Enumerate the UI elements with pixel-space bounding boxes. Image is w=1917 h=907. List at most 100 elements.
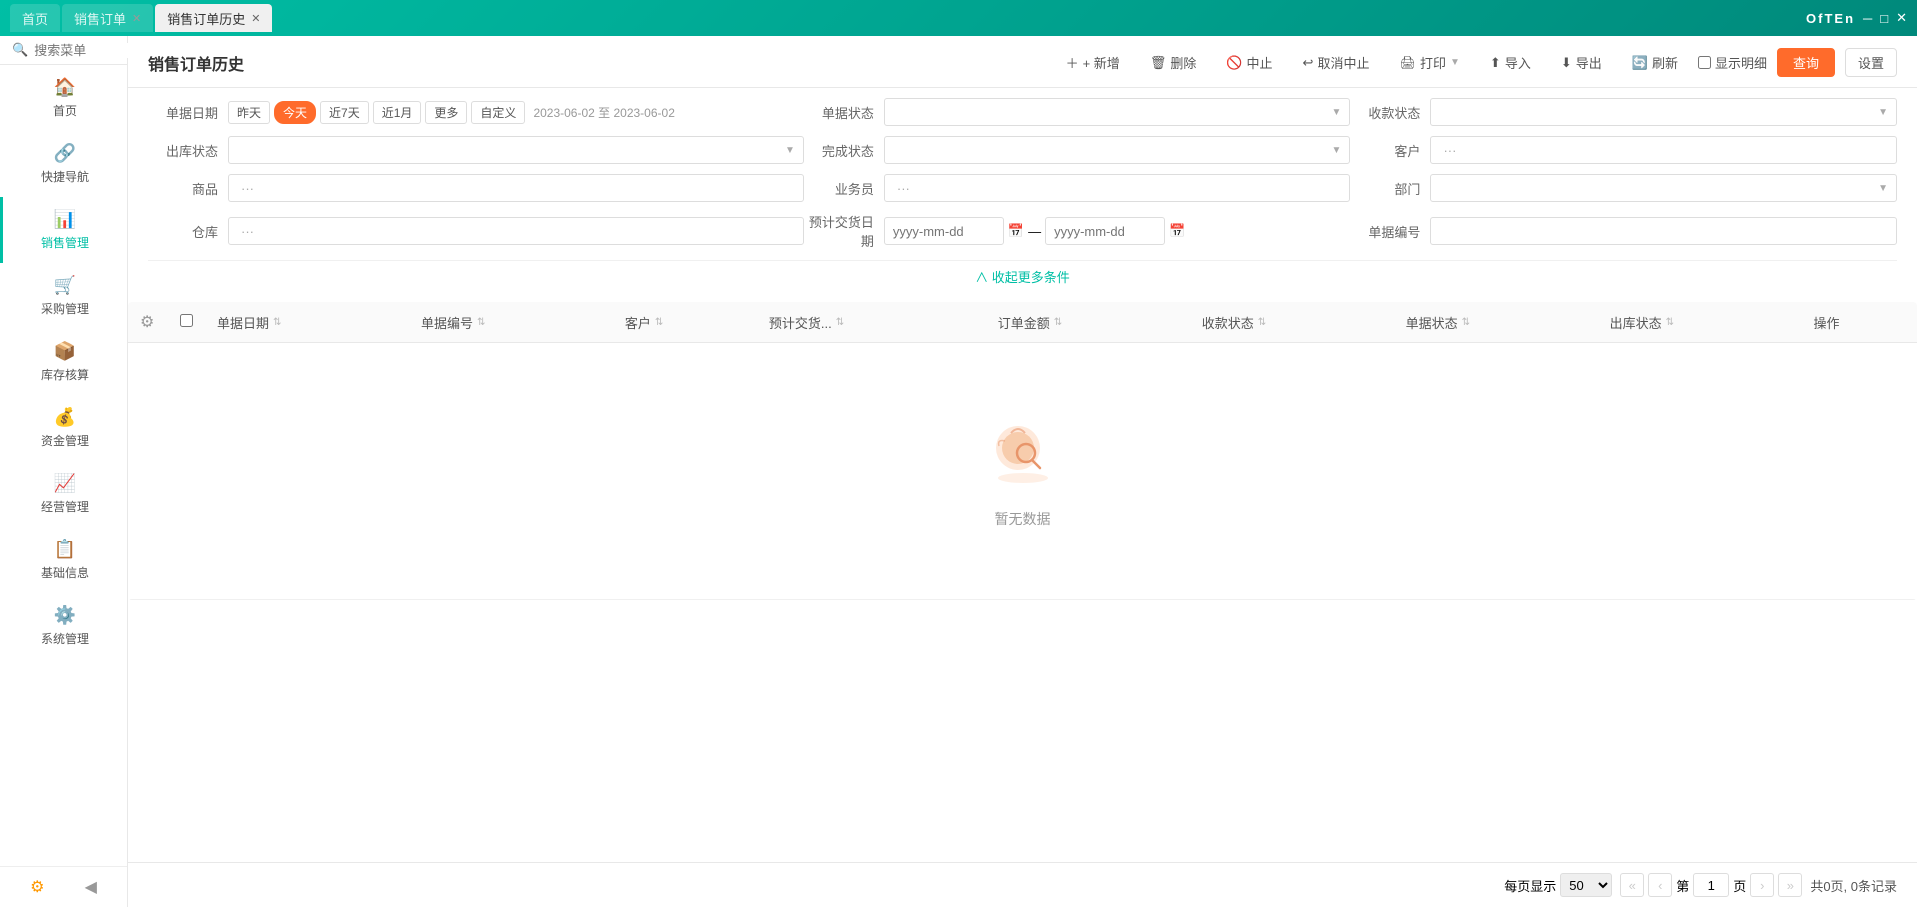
- refresh-label: 刷新: [1652, 53, 1678, 72]
- sidebar-item-inventory[interactable]: 📦 库存核算: [0, 329, 127, 395]
- sort-order-status[interactable]: 单据状态 ⇅: [1406, 313, 1586, 332]
- stop-button[interactable]: 🚫 中止: [1216, 49, 1282, 76]
- date-btn-more[interactable]: 更多: [425, 101, 467, 124]
- filter-date-col: 单据日期 昨天 今天 近7天 近1月 更多 自定义 2023-06-02 至 2…: [148, 101, 804, 124]
- cancel-stop-icon: ↩: [1303, 55, 1314, 71]
- sort-warehouse-status[interactable]: 出库状态 ⇅: [1610, 313, 1790, 332]
- th-amount: 订单金额 ⇅: [986, 302, 1190, 343]
- payment-status-select[interactable]: ▼: [1430, 98, 1897, 126]
- sidebar-collapse-icon[interactable]: ◀: [85, 877, 97, 897]
- calendar-end-icon[interactable]: 📅: [1169, 223, 1185, 239]
- sidebar-item-sales[interactable]: 📊 销售管理: [0, 197, 127, 263]
- sidebar-item-finance[interactable]: 💰 资金管理: [0, 395, 127, 461]
- salesman-ellipsis[interactable]: ···: [893, 181, 914, 196]
- filter-area: 单据日期 昨天 今天 近7天 近1月 更多 自定义 2023-06-02 至 2…: [128, 88, 1917, 302]
- display-detail-input[interactable]: [1698, 56, 1711, 69]
- new-button[interactable]: ＋ + 新增: [1056, 49, 1130, 76]
- content-area: 销售订单历史 ＋ + 新增 🗑 删除 🚫 中止: [128, 36, 1917, 907]
- sidebar-item-operations[interactable]: 📈 经营管理: [0, 461, 127, 527]
- th-order-status: 单据状态 ⇅: [1394, 302, 1598, 343]
- delete-button[interactable]: 🗑 删除: [1140, 49, 1207, 76]
- tab-sales-order-history-close[interactable]: ✕: [251, 12, 260, 25]
- maximize-btn[interactable]: □: [1880, 11, 1888, 26]
- cancel-stop-button[interactable]: ↩ 取消中止: [1293, 49, 1380, 76]
- settings-button[interactable]: 设置: [1845, 48, 1897, 77]
- completion-status-select[interactable]: ▼: [884, 136, 1351, 164]
- export-button[interactable]: ⬇ 导出: [1551, 49, 1612, 76]
- tab-home[interactable]: 首页: [10, 4, 60, 32]
- print-button[interactable]: 🖨 打印 ▼: [1389, 49, 1469, 76]
- search-menu-input[interactable]: [34, 43, 134, 58]
- sidebar-item-system[interactable]: ⚙️ 系统管理: [0, 593, 127, 659]
- th-actions: 操作: [1802, 302, 1917, 343]
- warehouse-status-label: 出库状态: [148, 141, 228, 160]
- last-page-btn[interactable]: »: [1778, 873, 1802, 897]
- sort-customer-icon: ⇅: [655, 317, 663, 328]
- order-number-label: 单据编号: [1350, 222, 1430, 241]
- order-number-input[interactable]: [1430, 217, 1897, 245]
- delivery-date-end[interactable]: [1045, 217, 1165, 245]
- table-checkbox-header: [168, 302, 205, 343]
- filter-row-2: 出库状态 ▼ 完成状态 ▼ 客户: [148, 136, 1897, 164]
- filter-row-3: 商品 ··· 业务员 ··· 部门: [148, 174, 1897, 202]
- prev-page-btn[interactable]: ‹: [1648, 873, 1672, 897]
- first-page-btn[interactable]: «: [1620, 873, 1644, 897]
- date-btn-1month[interactable]: 近1月: [373, 101, 422, 124]
- page-size-dropdown[interactable]: 50 10 20 100: [1560, 873, 1612, 897]
- order-status-select[interactable]: ▼: [884, 98, 1351, 126]
- calendar-start-icon[interactable]: 📅: [1008, 223, 1024, 239]
- date-range-display: 2023-06-02 至 2023-06-02: [533, 104, 674, 121]
- th-payment-status: 收款状态 ⇅: [1190, 302, 1394, 343]
- close-window-btn[interactable]: ✕: [1896, 10, 1907, 26]
- sort-payment-status-icon: ⇅: [1258, 317, 1266, 328]
- sort-number[interactable]: 单据编号 ⇅: [421, 313, 601, 332]
- date-btn-7days[interactable]: 近7天: [320, 101, 369, 124]
- th-customer: 客户 ⇅: [613, 302, 757, 343]
- display-detail-checkbox[interactable]: 显示明细: [1698, 53, 1767, 72]
- sort-customer[interactable]: 客户 ⇅: [625, 313, 745, 332]
- tab-sales-order-history-label: 销售订单历史: [167, 9, 245, 28]
- date-btn-today[interactable]: 今天: [274, 101, 316, 124]
- import-button[interactable]: ⬆ 导入: [1480, 49, 1541, 76]
- date-btn-yesterday[interactable]: 昨天: [228, 101, 270, 124]
- pagination-bar: 每页显示 50 10 20 100 « ‹ 第 页 › » 共0页, 0条记录: [128, 862, 1917, 907]
- page-header-top: 销售订单历史 ＋ + 新增 🗑 删除 🚫 中止: [148, 48, 1897, 77]
- customer-ellipsis[interactable]: ···: [1439, 143, 1460, 158]
- sidebar-item-purchase[interactable]: 🛒 采购管理: [0, 263, 127, 329]
- table-header-row: ⚙ 单据日期 ⇅ 单据编号: [128, 302, 1917, 343]
- refresh-button[interactable]: 🔄 刷新: [1622, 49, 1688, 76]
- filter-completion-status-col: 完成状态 ▼: [804, 136, 1351, 164]
- warehouse-ellipsis[interactable]: ···: [237, 224, 258, 239]
- select-all-checkbox[interactable]: [180, 314, 193, 327]
- product-ellipsis[interactable]: ···: [237, 181, 258, 196]
- completion-status-arrow: ▼: [1332, 145, 1342, 156]
- cancel-stop-label: 取消中止: [1317, 53, 1369, 72]
- empty-text: 暂无数据: [995, 509, 1051, 529]
- page-number-input[interactable]: [1693, 873, 1729, 897]
- empty-cell: 暂无数据: [128, 343, 1917, 600]
- minimize-btn[interactable]: ─: [1863, 11, 1872, 26]
- sidebar-item-home[interactable]: 🏠 首页: [0, 65, 127, 131]
- sort-amount[interactable]: 订单金额 ⇅: [998, 313, 1178, 332]
- sidebar-item-quick-nav[interactable]: 🔗 快捷导航: [0, 131, 127, 197]
- tab-sales-order-close[interactable]: ✕: [132, 12, 141, 25]
- tab-sales-order-history[interactable]: 销售订单历史 ✕: [155, 4, 272, 32]
- collapse-bar[interactable]: ∧ 收起更多条件: [148, 260, 1897, 292]
- sidebar-item-basics[interactable]: 📋 基础信息: [0, 527, 127, 593]
- date-label: 单据日期: [148, 103, 228, 122]
- sort-delivery[interactable]: 预计交货... ⇅: [769, 313, 974, 332]
- warehouse-status-select[interactable]: ▼: [228, 136, 804, 164]
- sidebar-settings-icon[interactable]: ⚙: [30, 877, 44, 897]
- new-label: + 新增: [1083, 53, 1120, 72]
- sort-date[interactable]: 单据日期 ⇅: [217, 313, 397, 332]
- sidebar-bottom: ⚙ ◀: [0, 866, 127, 907]
- sidebar-item-purchase-label: 采购管理: [41, 300, 89, 317]
- query-button[interactable]: 查询: [1777, 48, 1835, 77]
- table-gear-icon[interactable]: ⚙: [140, 314, 154, 331]
- delivery-date-start[interactable]: [884, 217, 1004, 245]
- department-select[interactable]: ▼: [1430, 174, 1897, 202]
- sort-payment-status[interactable]: 收款状态 ⇅: [1202, 313, 1382, 332]
- tab-sales-order[interactable]: 销售订单 ✕: [62, 4, 153, 32]
- next-page-btn[interactable]: ›: [1750, 873, 1774, 897]
- date-btn-custom[interactable]: 自定义: [471, 101, 525, 124]
